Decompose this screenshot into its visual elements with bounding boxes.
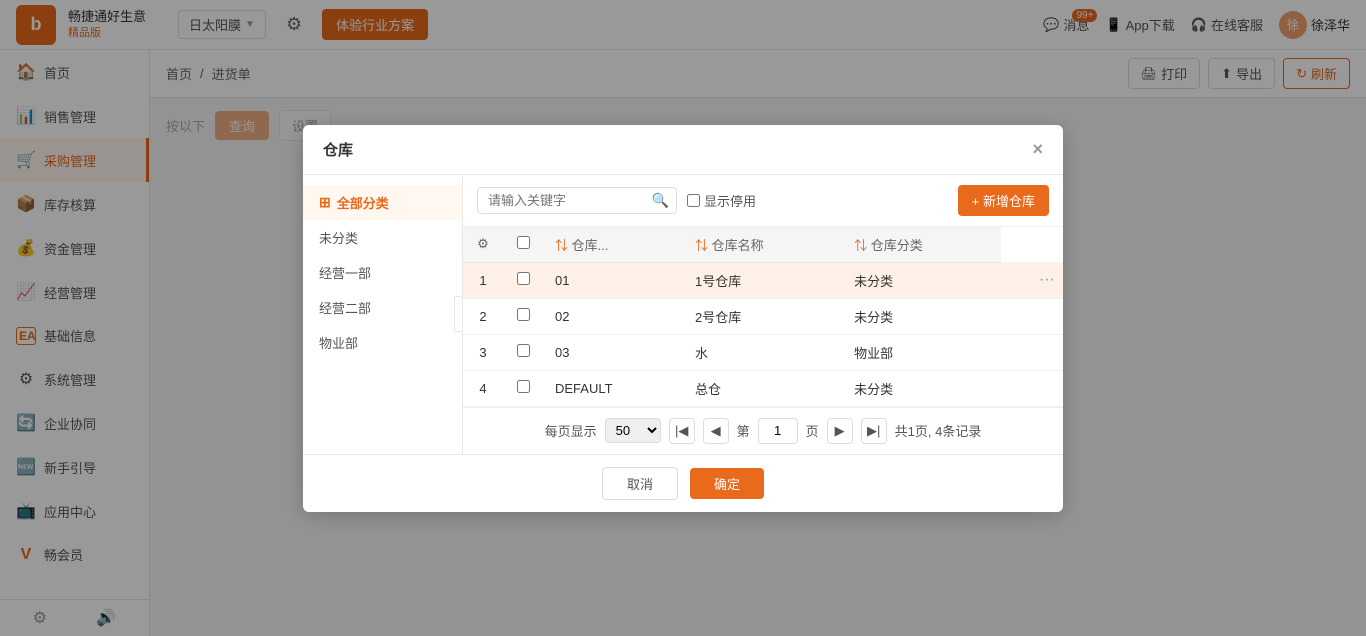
search-bar: 🔍 显示停用 + 新增仓库 [463, 175, 1063, 227]
row-check-4[interactable] [503, 370, 543, 406]
row-gear-2: 2 [463, 298, 503, 334]
confirm-button[interactable]: 确定 [690, 468, 764, 499]
page-label: 第 [737, 421, 750, 440]
category-op1[interactable]: 经营一部 [303, 255, 462, 290]
row-more-button-1[interactable]: ··· [1039, 271, 1055, 288]
dialog-header: 仓库 × [303, 125, 1063, 175]
table-row[interactable]: 4 DEFAULT 总仓 未分类 [463, 370, 1063, 406]
row-actions-3 [1001, 334, 1063, 370]
sort-icon-cat: ⇅ [854, 238, 867, 253]
first-page-button[interactable]: |◀ [669, 418, 695, 444]
row-cat-4: 未分类 [842, 370, 1001, 406]
warehouse-dialog: 仓库 × ⊞ 全部分类 未分类 经营一部 经营二部 物业部 [303, 125, 1063, 512]
row-check-2[interactable] [503, 298, 543, 334]
prev-page-button[interactable]: ◀ [703, 418, 729, 444]
row-name-4: 总仓 [683, 370, 842, 406]
col-header-gear: ⚙ [463, 227, 503, 263]
dialog-body: ⊞ 全部分类 未分类 经营一部 经营二部 物业部 《 [303, 175, 1063, 454]
pagination: 每页显示 10 20 50 100 |◀ ◀ 第 页 ▶ ▶| 共1页, 4条记… [463, 407, 1063, 454]
table-row[interactable]: 1 01 1号仓库 未分类 ··· [463, 262, 1063, 298]
category-all-label: 全部分类 [337, 193, 389, 212]
row-checkbox-2[interactable] [517, 308, 530, 321]
category-op1-label: 经营一部 [319, 263, 371, 282]
category-property[interactable]: 物业部 [303, 325, 462, 360]
sort-icon-name: ⇅ [695, 238, 708, 253]
category-uncat[interactable]: 未分类 [303, 220, 462, 255]
next-page-button[interactable]: ▶ [827, 418, 853, 444]
col-header-code: ⇅ 仓库... [543, 227, 683, 263]
sort-icon: ⇅ [555, 238, 568, 253]
per-page-label: 每页显示 [545, 421, 597, 440]
table-row[interactable]: 2 02 2号仓库 未分类 [463, 298, 1063, 334]
col-header-name: ⇅ 仓库名称 [683, 227, 842, 263]
row-actions-4 [1001, 370, 1063, 406]
row-code-1: 01 [543, 262, 683, 298]
col-header-category: ⇅ 仓库分类 [842, 227, 1001, 263]
row-checkbox-1[interactable] [517, 272, 530, 285]
search-input[interactable] [477, 187, 677, 214]
col-header-check [503, 227, 543, 263]
table-panel: 🔍 显示停用 + 新增仓库 ⚙ [463, 175, 1063, 454]
close-button[interactable]: × [1032, 139, 1043, 160]
row-code-4: DEFAULT [543, 370, 683, 406]
category-panel: ⊞ 全部分类 未分类 经营一部 经营二部 物业部 《 [303, 175, 463, 454]
category-uncat-label: 未分类 [319, 228, 358, 247]
row-name-3: 水 [683, 334, 842, 370]
category-property-label: 物业部 [319, 333, 358, 352]
category-op2-label: 经营二部 [319, 298, 371, 317]
total-text: 共1页, 4条记录 [895, 421, 982, 440]
row-cat-2: 未分类 [842, 298, 1001, 334]
per-page-select[interactable]: 10 20 50 100 [605, 418, 661, 443]
warehouse-table: ⚙ ⇅ 仓库... ⇅ 仓库名称 [463, 227, 1063, 407]
category-op2[interactable]: 经营二部 [303, 290, 462, 325]
chevron-left-icon: 《 [458, 306, 464, 322]
last-page-button[interactable]: ▶| [861, 418, 887, 444]
row-name-1: 1号仓库 [683, 262, 842, 298]
search-input-wrap: 🔍 [477, 187, 677, 214]
page-suffix: 页 [806, 421, 819, 440]
row-gear-4: 4 [463, 370, 503, 406]
show-disabled-checkbox[interactable] [687, 194, 700, 207]
table-row[interactable]: 3 03 水 物业部 [463, 334, 1063, 370]
row-cat-3: 物业部 [842, 334, 1001, 370]
modal-overlay: 仓库 × ⊞ 全部分类 未分类 经营一部 经营二部 物业部 [0, 0, 1366, 636]
row-checkbox-4[interactable] [517, 380, 530, 393]
row-gear-3: 3 [463, 334, 503, 370]
row-check-1[interactable] [503, 262, 543, 298]
category-all[interactable]: ⊞ 全部分类 [303, 185, 462, 220]
collapse-panel-button[interactable]: 《 [454, 296, 463, 332]
cancel-button[interactable]: 取消 [602, 467, 678, 500]
grid-icon: ⊞ [319, 194, 331, 211]
dialog-footer: 取消 确定 [303, 454, 1063, 512]
search-icon[interactable]: 🔍 [652, 192, 669, 209]
row-check-3[interactable] [503, 334, 543, 370]
row-actions-2 [1001, 298, 1063, 334]
page-input[interactable] [758, 418, 798, 444]
show-disabled-label[interactable]: 显示停用 [687, 191, 756, 210]
warehouse-table-wrap: ⚙ ⇅ 仓库... ⇅ 仓库名称 [463, 227, 1063, 407]
row-code-3: 03 [543, 334, 683, 370]
row-code-2: 02 [543, 298, 683, 334]
dialog-title: 仓库 [323, 139, 353, 160]
add-warehouse-button[interactable]: + 新增仓库 [958, 185, 1049, 216]
row-checkbox-3[interactable] [517, 344, 530, 357]
row-actions-1: ··· [1001, 262, 1063, 298]
row-gear-1: 1 [463, 262, 503, 298]
select-all-checkbox[interactable] [517, 236, 530, 249]
row-name-2: 2号仓库 [683, 298, 842, 334]
row-cat-1: 未分类 [842, 262, 1001, 298]
